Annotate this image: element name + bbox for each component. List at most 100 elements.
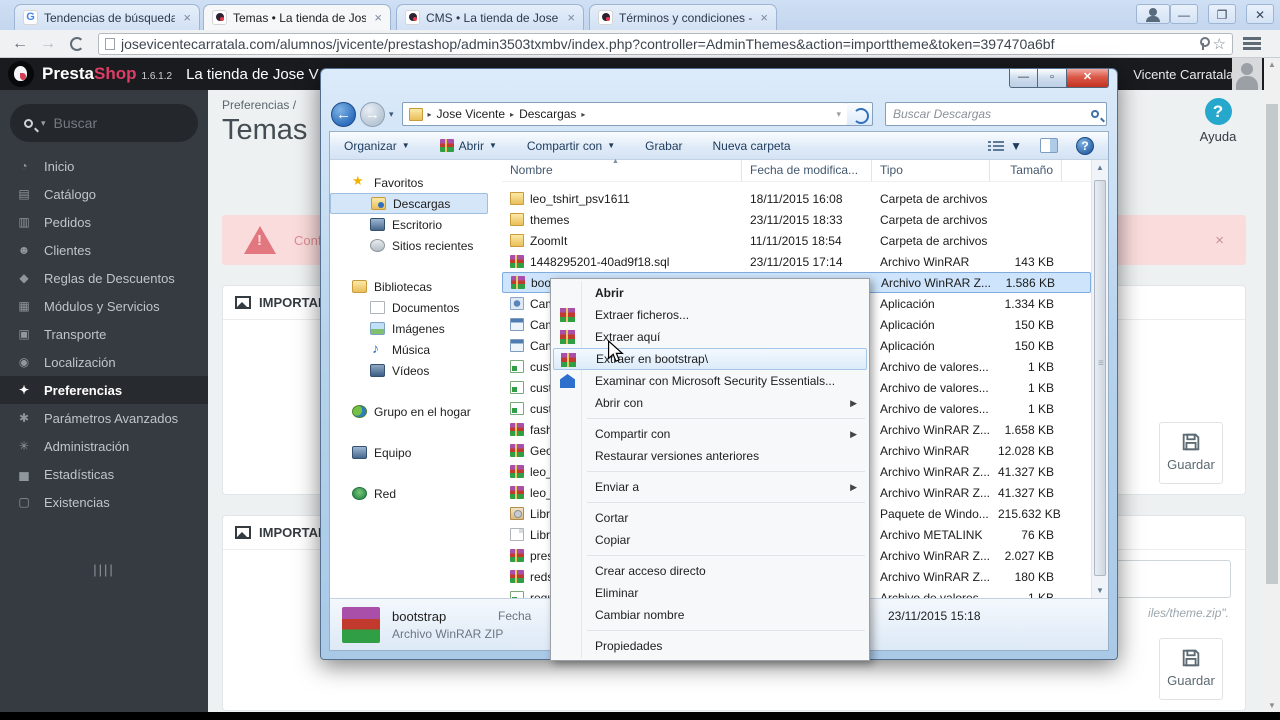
tab-close-icon[interactable]: × xyxy=(183,10,191,25)
back-icon[interactable]: ← xyxy=(12,35,28,53)
reload-icon[interactable] xyxy=(70,36,84,51)
menu-item-restaurar-versiones[interactable]: Restaurar versiones anteriores xyxy=(553,445,867,467)
tab-close-icon[interactable]: × xyxy=(760,10,768,25)
sidebar-item-preferencias[interactable]: ✦ Preferencias xyxy=(0,376,208,404)
history-chevron-icon[interactable]: ▾ xyxy=(389,109,394,120)
explorer-back-button[interactable]: ← xyxy=(331,101,356,127)
sidebar-item-clientes[interactable]: ☻ Clientes xyxy=(0,236,208,264)
menu-item-compartir-con[interactable]: Compartir con ▶ xyxy=(553,423,867,445)
column-tamano[interactable]: Tamaño xyxy=(990,160,1062,181)
explorer-search-box[interactable]: Buscar Descargas xyxy=(885,102,1107,126)
organize-button[interactable]: Organizar ▼ xyxy=(344,139,410,153)
nav-grupo-hogar[interactable]: Grupo en el hogar xyxy=(330,401,502,422)
nav-escritorio[interactable]: Escritorio xyxy=(330,214,502,235)
help-button[interactable]: ? Ayuda xyxy=(1188,98,1248,144)
scrollbar-thumb[interactable] xyxy=(1094,180,1106,576)
sidebar-item-reglas-descuentos[interactable]: ◆ Reglas de Descuentos xyxy=(0,264,208,292)
menu-item-crear-acceso-directo[interactable]: Crear acceso directo xyxy=(553,560,867,582)
explorer-forward-button[interactable]: → xyxy=(360,101,385,127)
tab-temas[interactable]: Temas • La tienda de Jose × xyxy=(203,4,391,30)
menu-item-enviar-a[interactable]: Enviar a ▶ xyxy=(553,476,867,498)
burn-button[interactable]: Grabar xyxy=(645,139,682,153)
browser-profile-icon[interactable] xyxy=(1136,4,1170,24)
open-button[interactable]: Abrir ▼ xyxy=(439,139,497,153)
nav-musica[interactable]: Música xyxy=(330,339,502,360)
forward-icon[interactable]: → xyxy=(40,35,56,53)
sidebar-item-existencias[interactable]: ▢ Existencias xyxy=(0,488,208,516)
chevron-down-icon[interactable]: ▼ xyxy=(1010,139,1022,153)
file-row[interactable]: ZoomIt 11/11/2015 18:54 Carpeta de archivo… xyxy=(502,230,1091,251)
password-key-icon[interactable] xyxy=(1199,37,1210,50)
nav-videos[interactable]: Vídeos xyxy=(330,360,502,381)
page-scrollbar[interactable]: ▲ ▼ xyxy=(1264,58,1280,712)
nav-red[interactable]: Red xyxy=(330,483,502,504)
address-bar[interactable]: josevicentecarratala.com/alumnos/jvicent… xyxy=(98,32,1233,55)
column-nombre[interactable]: Nombre xyxy=(502,160,742,181)
warning-close-icon[interactable]: × xyxy=(1215,232,1224,249)
sidebar-item-estadisticas[interactable]: ▅ Estadísticas xyxy=(0,460,208,488)
admin-search-box[interactable]: ▾ Buscar xyxy=(10,104,198,142)
nav-bibliotecas[interactable]: Bibliotecas xyxy=(330,276,502,297)
nav-favoritos[interactable]: Favoritos xyxy=(330,172,502,193)
sidebar-item-administracion[interactable]: ✳ Administración xyxy=(0,432,208,460)
breadcrumb-jose-vicente[interactable]: Jose Vicente xyxy=(437,107,506,121)
breadcrumb-descargas[interactable]: Descargas xyxy=(519,107,576,121)
sidebar-item-localizacion[interactable]: ◉ Localización xyxy=(0,348,208,376)
tab-close-icon[interactable]: × xyxy=(567,10,575,25)
save-button[interactable]: Guardar xyxy=(1159,422,1223,484)
nav-descargas[interactable]: Descargas xyxy=(330,193,488,214)
nav-sitios-recientes[interactable]: Sitios recientes xyxy=(330,235,502,256)
user-menu[interactable]: Vicente Carratala ▾ xyxy=(1133,58,1244,90)
views-icon[interactable] xyxy=(986,138,1007,153)
menu-item-extraer-aqui[interactable]: Extraer aquí xyxy=(553,326,867,348)
sidebar-item-parametros-avanzados[interactable]: ✱ Parámetros Avanzados xyxy=(0,404,208,432)
nav-documentos[interactable]: Documentos xyxy=(330,297,502,318)
new-folder-button[interactable]: Nueva carpeta xyxy=(713,139,791,153)
nav-imagenes[interactable]: Imágenes xyxy=(330,318,502,339)
menu-item-extraer-en-bootstrap[interactable]: Extraer en bootstrap\ xyxy=(553,348,867,370)
scrollbar-thumb[interactable] xyxy=(1266,104,1278,584)
help-icon[interactable]: ? xyxy=(1076,136,1094,155)
sidebar-item-modulos[interactable]: ▦ Módulos y Servicios xyxy=(0,292,208,320)
menu-item-examinar-mse[interactable]: Examinar con Microsoft Security Essentia… xyxy=(553,370,867,392)
column-tipo[interactable]: Tipo xyxy=(872,160,990,181)
file-row[interactable]: leo_tshirt_psv1611 18/11/2015 16:08 Carpet… xyxy=(502,188,1091,209)
share-with-button[interactable]: Compartir con ▼ xyxy=(527,139,615,153)
column-fecha[interactable]: Fecha de modifica... xyxy=(742,160,872,181)
explorer-maximize-button[interactable]: ▫ xyxy=(1038,69,1066,88)
browser-menu-icon[interactable] xyxy=(1243,37,1261,50)
menu-item-abrir-con[interactable]: Abrir con ▶ xyxy=(553,392,867,414)
window-close-button[interactable]: ✕ xyxy=(1246,4,1274,24)
menu-item-copiar[interactable]: Copiar xyxy=(553,529,867,551)
menu-item-cambiar-nombre[interactable]: Cambiar nombre xyxy=(553,604,867,626)
tab-cms[interactable]: CMS • La tienda de Jose V × xyxy=(396,4,584,30)
scroll-up-icon[interactable]: ▲ xyxy=(1264,60,1280,69)
file-list-scrollbar[interactable]: ▲ ▼ xyxy=(1091,160,1108,598)
sidebar-collapse-icon[interactable]: |||| xyxy=(91,562,117,577)
explorer-minimize-button[interactable]: — xyxy=(1009,69,1038,88)
window-maximize-button[interactable]: ❐ xyxy=(1208,4,1236,24)
scroll-up-icon[interactable]: ▲ xyxy=(1092,163,1108,172)
sidebar-item-pedidos[interactable]: ▥ Pedidos xyxy=(0,208,208,236)
menu-item-propiedades[interactable]: Propiedades xyxy=(553,635,867,657)
avatar[interactable] xyxy=(1232,58,1262,90)
scroll-down-icon[interactable]: ▼ xyxy=(1092,586,1108,595)
file-row[interactable]: themes 23/11/2015 18:33 Carpeta de archivo… xyxy=(502,209,1091,230)
shop-name[interactable]: La tienda de Jose V xyxy=(186,66,319,83)
explorer-close-button[interactable]: ✕ xyxy=(1066,69,1109,88)
menu-item-eliminar[interactable]: Eliminar xyxy=(553,582,867,604)
tab-terminos[interactable]: Términos y condiciones - × xyxy=(589,4,777,30)
chevron-down-icon[interactable]: ▾ xyxy=(41,118,46,129)
save-button[interactable]: Guardar xyxy=(1159,638,1223,700)
tab-tendencias[interactable]: G Tendencias de búsqueda × xyxy=(14,4,200,30)
nav-equipo[interactable]: Equipo xyxy=(330,442,502,463)
menu-item-extraer-ficheros[interactable]: Extraer ficheros... xyxy=(553,304,867,326)
menu-item-cortar[interactable]: Cortar xyxy=(553,507,867,529)
sidebar-item-inicio[interactable]: ◔ Inicio xyxy=(0,152,208,180)
scroll-down-icon[interactable]: ▼ xyxy=(1264,701,1280,710)
file-row[interactable]: 1448295201-40ad9f18.sql 23/11/2015 17:14 A… xyxy=(502,251,1091,272)
address-dropdown-icon[interactable]: ▾ xyxy=(836,109,841,120)
sidebar-item-catalogo[interactable]: ▤ Catálogo xyxy=(0,180,208,208)
refresh-button[interactable] xyxy=(847,102,873,126)
menu-item-abrir[interactable]: Abrir xyxy=(553,282,867,304)
